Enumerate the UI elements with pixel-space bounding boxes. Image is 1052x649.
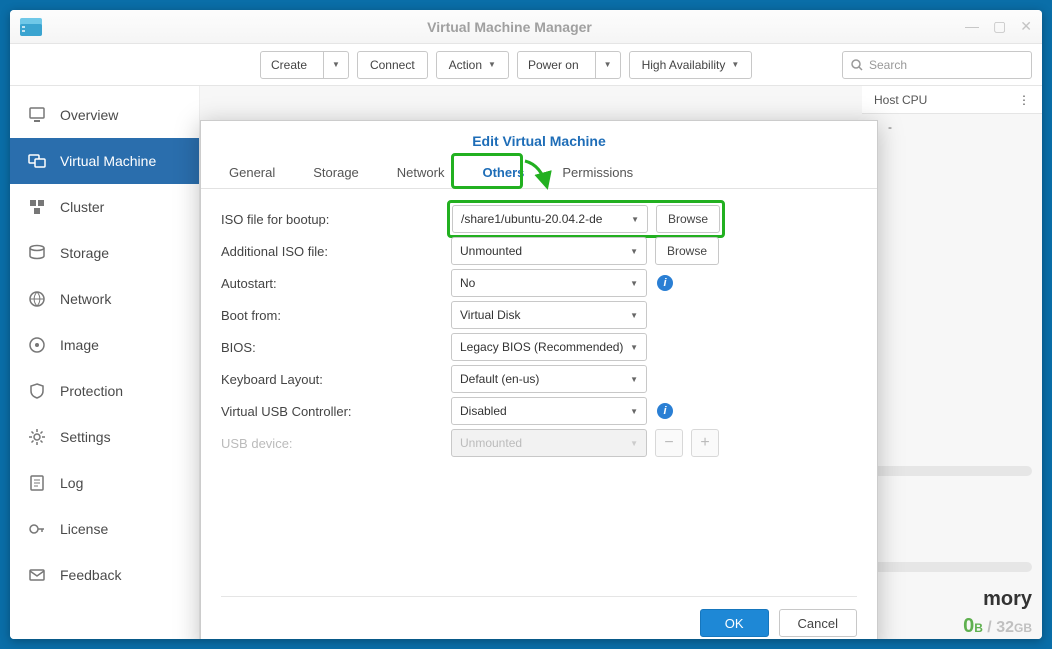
autostart-select[interactable]: No▼ — [451, 269, 647, 297]
usb-remove-button: − — [655, 429, 683, 457]
titlebar: Virtual Machine Manager — ▢ ✕ — [10, 10, 1042, 44]
sidebar: Overview Virtual Machine Cluster Storage… — [10, 86, 200, 639]
power-on-button[interactable]: Power on ▼ — [517, 51, 621, 79]
sidebar-item-cluster[interactable]: Cluster — [10, 184, 199, 230]
license-icon — [28, 520, 46, 538]
iso-bootup-select[interactable]: /share1/ubuntu-20.04.2-de▼ — [452, 205, 648, 233]
tab-others[interactable]: Others — [468, 157, 538, 188]
vm-icon — [28, 152, 46, 170]
search-input[interactable]: Search — [842, 51, 1032, 79]
toolbar: Create ▼ Connect Action▼ Power on ▼ High… — [10, 44, 1042, 86]
keyboard-layout-label: Keyboard Layout: — [221, 372, 451, 387]
sidebar-item-label: Feedback — [60, 567, 121, 583]
boot-from-select[interactable]: Virtual Disk▼ — [451, 301, 647, 329]
sidebar-item-log[interactable]: Log — [10, 460, 199, 506]
modal-footer: OK Cancel — [201, 597, 877, 639]
usb-device-label: USB device: — [221, 436, 451, 451]
sidebar-item-label: Image — [60, 337, 99, 353]
sidebar-item-network[interactable]: Network — [10, 276, 199, 322]
settings-icon — [28, 428, 46, 446]
modal-title: Edit Virtual Machine — [201, 121, 877, 157]
app-icon — [20, 18, 42, 36]
sidebar-item-label: Cluster — [60, 199, 104, 215]
overview-icon — [28, 106, 46, 124]
high-availability-button[interactable]: High Availability▼ — [629, 51, 753, 79]
usb-controller-label: Virtual USB Controller: — [221, 404, 451, 419]
modal-form: ISO file for bootup: /share1/ubuntu-20.0… — [201, 189, 877, 596]
edit-vm-modal: Edit Virtual Machine General Storage Net… — [200, 120, 878, 639]
window-title: Virtual Machine Manager — [54, 19, 965, 35]
sidebar-item-label: Overview — [60, 107, 118, 123]
boot-from-label: Boot from: — [221, 308, 451, 323]
ok-button[interactable]: OK — [700, 609, 769, 637]
log-icon — [28, 474, 46, 492]
modal-tabs: General Storage Network Others Permissio… — [201, 157, 877, 189]
cluster-icon — [28, 198, 46, 216]
sidebar-item-label: Log — [60, 475, 83, 491]
tab-permissions[interactable]: Permissions — [548, 157, 647, 188]
protection-icon — [28, 382, 46, 400]
sidebar-item-label: Storage — [60, 245, 109, 261]
bios-select[interactable]: Legacy BIOS (Recommended)▼ — [451, 333, 647, 361]
tab-network[interactable]: Network — [383, 157, 459, 188]
action-button[interactable]: Action▼ — [436, 51, 509, 79]
create-button[interactable]: Create ▼ — [260, 51, 349, 79]
sidebar-item-settings[interactable]: Settings — [10, 414, 199, 460]
info-icon[interactable]: i — [657, 275, 673, 291]
tab-storage[interactable]: Storage — [299, 157, 373, 188]
sidebar-item-protection[interactable]: Protection — [10, 368, 199, 414]
cancel-button[interactable]: Cancel — [779, 609, 857, 637]
sidebar-item-license[interactable]: License — [10, 506, 199, 552]
usb-controller-select[interactable]: Disabled▼ — [451, 397, 647, 425]
sidebar-item-virtual-machine[interactable]: Virtual Machine — [10, 138, 199, 184]
connect-button[interactable]: Connect — [357, 51, 428, 79]
app-window: Virtual Machine Manager — ▢ ✕ Create ▼ C… — [10, 10, 1042, 639]
search-icon — [851, 59, 863, 71]
sidebar-item-label: License — [60, 521, 108, 537]
sidebar-item-overview[interactable]: Overview — [10, 92, 199, 138]
network-icon — [28, 290, 46, 308]
additional-iso-browse-button[interactable]: Browse — [655, 237, 719, 265]
close-button[interactable]: ✕ — [1020, 18, 1032, 35]
sidebar-item-feedback[interactable]: Feedback — [10, 552, 199, 598]
sidebar-item-label: Settings — [60, 429, 111, 445]
maximize-button[interactable]: ▢ — [993, 18, 1006, 35]
minimize-button[interactable]: — — [965, 18, 979, 35]
sidebar-item-label: Network — [60, 291, 111, 307]
tutorial-highlight-iso-row: /share1/ubuntu-20.04.2-de▼ Browse — [447, 200, 725, 238]
table-cell-dash: - — [888, 120, 892, 134]
info-icon[interactable]: i — [657, 403, 673, 419]
iso-bootup-label: ISO file for bootup: — [221, 212, 451, 227]
storage-icon — [28, 244, 46, 262]
keyboard-layout-select[interactable]: Default (en-us)▼ — [451, 365, 647, 393]
bios-label: BIOS: — [221, 340, 451, 355]
tab-general[interactable]: General — [215, 157, 289, 188]
table-column-host-cpu[interactable]: Host CPU ⋮ — [862, 86, 1042, 114]
feedback-icon — [28, 566, 46, 584]
additional-iso-select[interactable]: Unmounted▼ — [451, 237, 647, 265]
sidebar-item-label: Protection — [60, 383, 123, 399]
iso-bootup-browse-button[interactable]: Browse — [656, 205, 720, 233]
image-icon — [28, 336, 46, 354]
additional-iso-label: Additional ISO file: — [221, 244, 451, 259]
column-menu-icon[interactable]: ⋮ — [1018, 93, 1030, 107]
autostart-label: Autostart: — [221, 276, 451, 291]
sidebar-item-label: Virtual Machine — [60, 153, 156, 169]
sidebar-item-image[interactable]: Image — [10, 322, 199, 368]
usb-add-button: + — [691, 429, 719, 457]
sidebar-item-storage[interactable]: Storage — [10, 230, 199, 276]
usb-device-select: Unmounted▼ — [451, 429, 647, 457]
